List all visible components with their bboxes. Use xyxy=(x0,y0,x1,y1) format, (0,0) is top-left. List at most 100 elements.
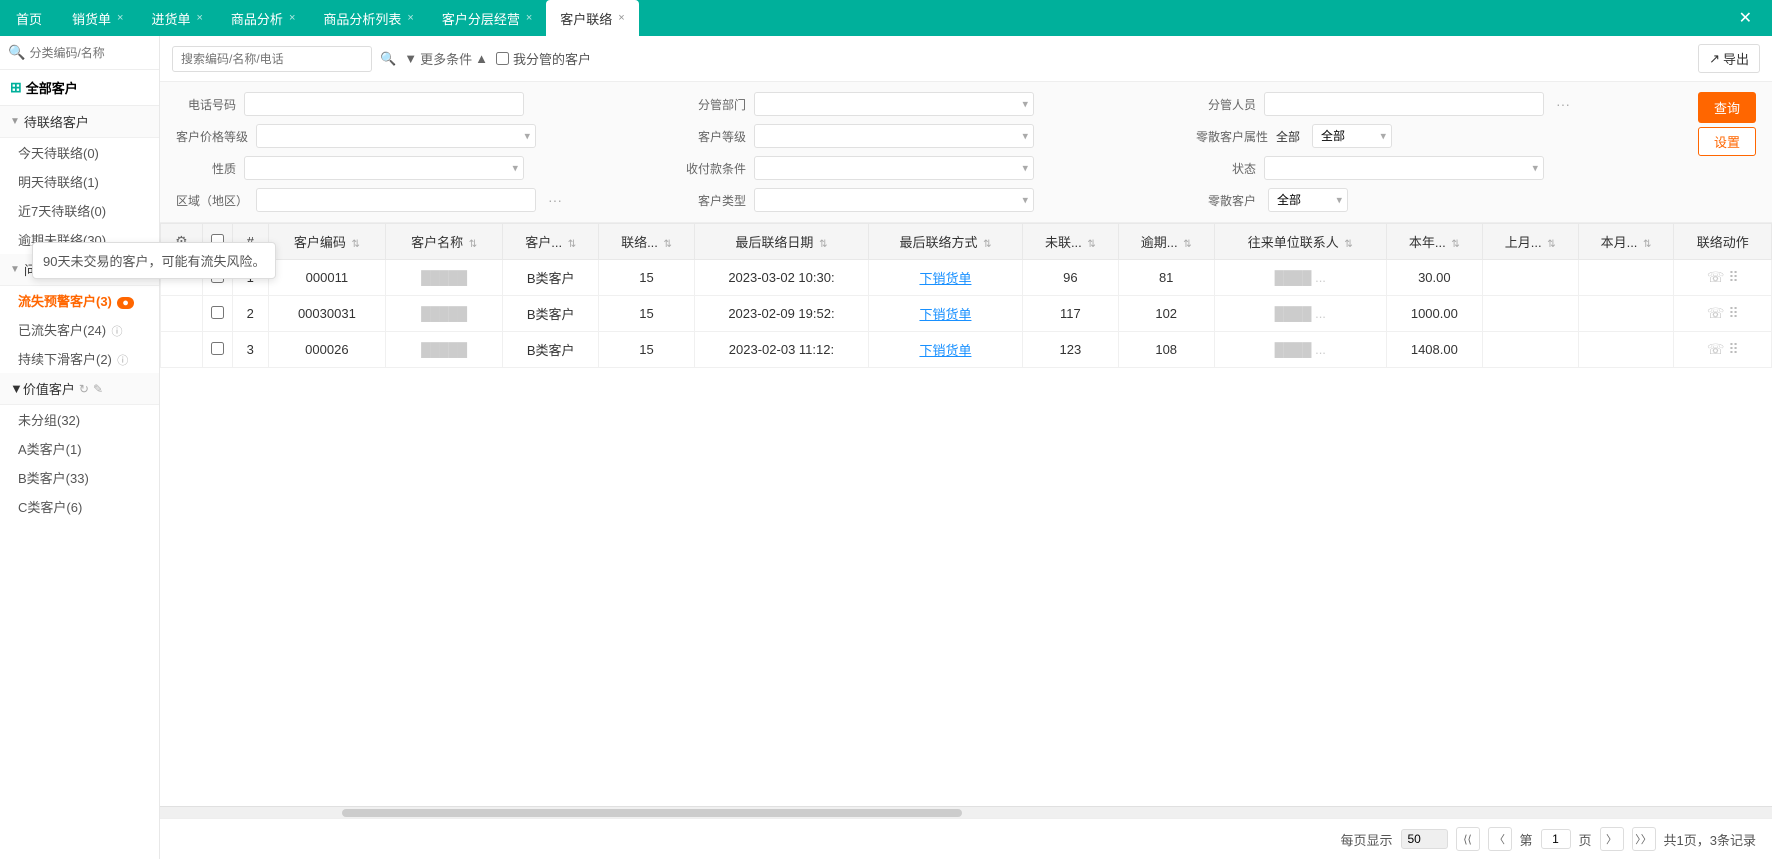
action-buttons: 查询 设置 xyxy=(1698,92,1756,156)
sidebar-section-value[interactable]: ▼ 价值客户 ↻ ✎ xyxy=(0,373,159,405)
sidebar-item-today-pending[interactable]: 今天待联络(0) xyxy=(0,138,159,167)
sidebar-item-declining[interactable]: 持续下滑客户(2) ⓘ xyxy=(0,344,159,373)
customer-type-select[interactable] xyxy=(754,188,1034,212)
cell-row1-col14 xyxy=(1578,296,1674,332)
customer-level-select[interactable] xyxy=(754,124,1034,148)
horizontal-scrollbar[interactable] xyxy=(160,806,1772,818)
region-more-icon[interactable]: ··· xyxy=(544,192,566,208)
tab-customer-contact-close[interactable]: × xyxy=(618,12,624,24)
th-uncontacted[interactable]: 未联... ⇅ xyxy=(1022,224,1118,260)
sidebar-item-already-churned[interactable]: 已流失客户(24) ⓘ xyxy=(0,315,159,344)
region-input[interactable] xyxy=(256,188,536,212)
window-close-button[interactable]: ✕ xyxy=(1729,8,1762,28)
status-select[interactable] xyxy=(1264,156,1544,180)
page-last-button[interactable]: 〉〉 xyxy=(1632,827,1656,851)
page-prev-button[interactable]: 〈 xyxy=(1488,827,1512,851)
row-checkbox-2[interactable] xyxy=(211,342,224,355)
tab-sales[interactable]: 销货单 × xyxy=(58,0,137,36)
search-button[interactable]: 🔍 xyxy=(380,51,396,67)
th-last-contact-date[interactable]: 最后联络日期 ⇅ xyxy=(694,224,868,260)
per-page-label: 每页显示 xyxy=(1340,830,1392,849)
th-current-month[interactable]: 本月... ⇅ xyxy=(1578,224,1674,260)
tab-customer-contact[interactable]: 客户联络 × xyxy=(546,0,638,36)
status-label: 状态 xyxy=(1196,160,1256,177)
contact-action-icon[interactable]: ☏ xyxy=(1707,341,1725,358)
tab-purchase-close[interactable]: × xyxy=(196,12,202,24)
th-last-contact-method[interactable]: 最后联络方式 ⇅ xyxy=(868,224,1022,260)
th-overdue[interactable]: 逾期... ⇅ xyxy=(1118,224,1214,260)
data-table: ⚙ # 客户编码 ⇅ 客户名称 ⇅ xyxy=(160,223,1772,368)
sidebar-search-area: 🔍 « xyxy=(0,36,159,70)
sidebar-item-churn-warning[interactable]: 流失预警客户(3) ● xyxy=(0,286,159,315)
my-customers-checkbox-label[interactable]: 我分管的客户 xyxy=(496,49,591,68)
sidebar-item-tomorrow-pending[interactable]: 明天待联络(1) xyxy=(0,167,159,196)
table-row: 1000011█████B类客户152023-03-02 10:30:下销货单9… xyxy=(161,260,1772,296)
my-customers-checkbox[interactable] xyxy=(496,52,509,65)
search-input[interactable] xyxy=(172,46,372,72)
cell-row1-col2: 2 xyxy=(232,296,268,332)
payment-select[interactable] xyxy=(754,156,1034,180)
sidebar-section-pending[interactable]: ▼ 待联络客户 xyxy=(0,106,159,138)
cell-row2-col12: 1408.00 xyxy=(1386,332,1482,368)
sidebar-item-7days-pending[interactable]: 近7天待联络(0) xyxy=(0,196,159,225)
last-contact-method-link[interactable]: 下销货单 xyxy=(919,307,971,322)
retail-select[interactable]: 全部 xyxy=(1268,188,1348,212)
query-button[interactable]: 查询 xyxy=(1698,92,1756,123)
tab-goods-analysis-list[interactable]: 商品分析列表 × xyxy=(309,0,427,36)
gender-select[interactable] xyxy=(244,156,524,180)
payment-label: 收付款条件 xyxy=(686,160,746,177)
tab-customer-tier-close[interactable]: × xyxy=(526,12,532,24)
th-contact-person[interactable]: 往来单位联系人 ⇅ xyxy=(1214,224,1386,260)
th-contact[interactable]: 联络... ⇅ xyxy=(599,224,695,260)
page-next-button[interactable]: 〉 xyxy=(1600,827,1624,851)
tab-home[interactable]: 首页 xyxy=(0,0,58,36)
tab-goods-analysis[interactable]: 商品分析 × xyxy=(217,0,309,36)
cell-row1-col10: 102 xyxy=(1118,296,1214,332)
export-icon: ↗ xyxy=(1709,51,1720,67)
tab-sales-close[interactable]: × xyxy=(117,12,123,24)
filter-row-4: 区域（地区） ··· 客户类型 零散 xyxy=(176,188,1690,212)
more-conditions-button[interactable]: ▼ 更多条件 ▲ xyxy=(404,49,488,68)
more-action-icon[interactable]: ⠿ xyxy=(1728,305,1738,322)
scrollbar-thumb[interactable] xyxy=(342,809,962,817)
manager-input[interactable] xyxy=(1264,92,1544,116)
manager-more-icon[interactable]: ··· xyxy=(1552,96,1574,112)
tab-goods-analysis-list-close[interactable]: × xyxy=(407,12,413,24)
dept-select[interactable] xyxy=(754,92,1034,116)
sidebar-item-class-b[interactable]: B类客户(33) xyxy=(0,463,159,492)
last-contact-method-link[interactable]: 下销货单 xyxy=(919,271,971,286)
th-customer-type[interactable]: 客户... ⇅ xyxy=(503,224,599,260)
more-action-icon[interactable]: ⠿ xyxy=(1728,341,1738,358)
customer-type-select-wrapper xyxy=(754,188,1034,212)
sidebar-search-input[interactable] xyxy=(29,46,160,60)
th-customer-name[interactable]: 客户名称 ⇅ xyxy=(386,224,503,260)
more-action-icon[interactable]: ⠿ xyxy=(1728,269,1738,286)
sidebar-item-class-a[interactable]: A类客户(1) xyxy=(0,434,159,463)
tab-customer-tier[interactable]: 客户分层经营 × xyxy=(428,0,546,36)
tab-purchase[interactable]: 进货单 × xyxy=(137,0,216,36)
retail-attr-select[interactable]: 全部 xyxy=(1312,124,1392,148)
th-customer-code[interactable]: 客户编码 ⇅ xyxy=(268,224,385,260)
row-checkbox-1[interactable] xyxy=(211,306,224,319)
last-contact-method-link[interactable]: 下销货单 xyxy=(919,343,971,358)
tab-goods-analysis-close[interactable]: × xyxy=(289,12,295,24)
sort-icon-uncontacted: ⇅ xyxy=(1087,239,1095,250)
sidebar-all-customers[interactable]: ⊞ 全部客户 xyxy=(0,70,159,106)
page-number-input[interactable] xyxy=(1541,829,1571,849)
per-page-select[interactable]: 50 100 200 xyxy=(1401,829,1448,849)
edit-icon[interactable]: ✎ xyxy=(93,382,103,396)
settings-button[interactable]: 设置 xyxy=(1698,127,1756,156)
export-button[interactable]: ↗ 导出 xyxy=(1698,44,1760,73)
th-last-month[interactable]: 上月... ⇅ xyxy=(1482,224,1578,260)
th-current-year[interactable]: 本年... ⇅ xyxy=(1386,224,1482,260)
filter-item-dept: 分管部门 xyxy=(686,92,1180,116)
sidebar-item-class-c[interactable]: C类客户(6) xyxy=(0,492,159,521)
phone-input[interactable] xyxy=(244,92,524,116)
table-row: 3000026█████B类客户152023-02-03 11:12:下销货单1… xyxy=(161,332,1772,368)
page-first-button[interactable]: ⟨⟨ xyxy=(1456,827,1480,851)
contact-action-icon[interactable]: ☏ xyxy=(1707,269,1725,286)
sidebar-item-unclassified[interactable]: 未分组(32) xyxy=(0,405,159,434)
refresh-icon[interactable]: ↻ xyxy=(79,382,89,396)
price-level-select[interactable] xyxy=(256,124,536,148)
contact-action-icon[interactable]: ☏ xyxy=(1707,305,1725,322)
